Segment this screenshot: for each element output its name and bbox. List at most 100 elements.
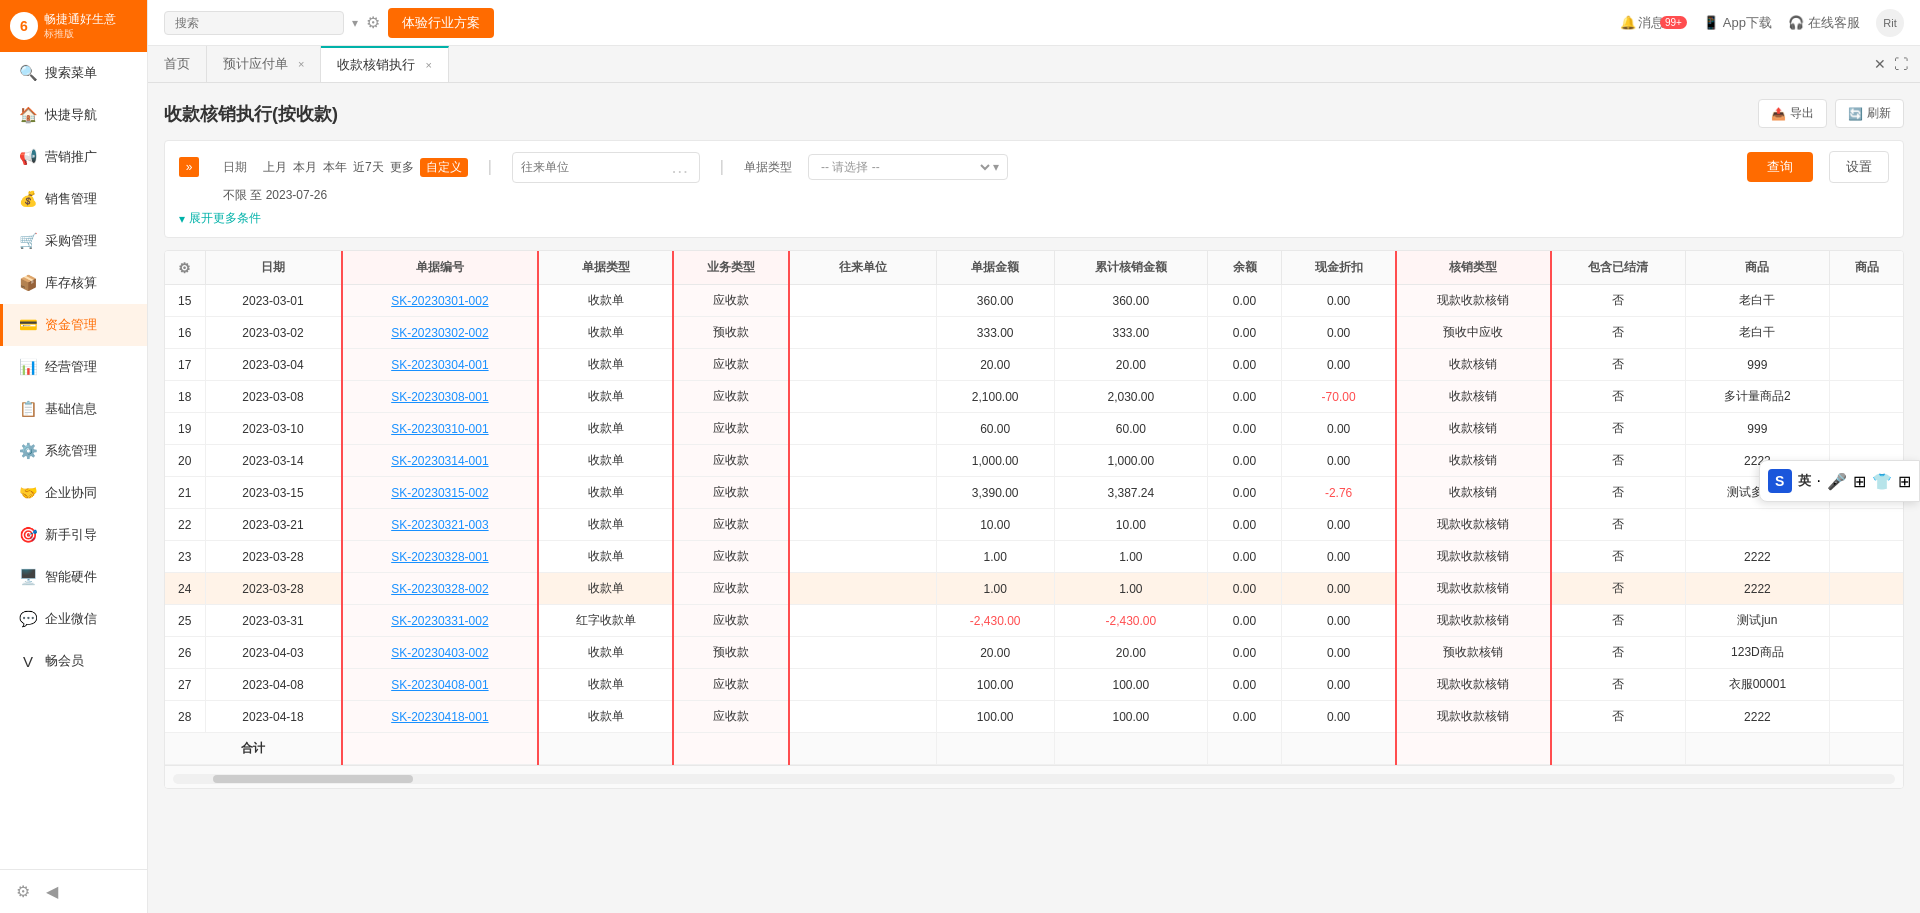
sidebar-item-coop[interactable]: 🤝企业协同 (0, 472, 147, 514)
date-last-month-button[interactable]: 上月 (263, 159, 287, 176)
bill-link[interactable]: SK-20230310-001 (391, 422, 488, 436)
bill-link[interactable]: SK-20230314-001 (391, 454, 488, 468)
table-setting-icon[interactable]: ⚙ (178, 260, 191, 276)
bill-link[interactable]: SK-20230304-001 (391, 358, 488, 372)
search-input[interactable] (164, 11, 344, 35)
bill-link[interactable]: SK-20230408-001 (391, 678, 488, 692)
counterpart-filter-wrap[interactable]: … (512, 152, 700, 183)
tab-prepay[interactable]: 预计应付单× (207, 46, 321, 82)
cell-bill-no: SK-20230408-001 (342, 669, 539, 701)
bill-link[interactable]: SK-20230321-003 (391, 518, 488, 532)
sidebar-item-wechat[interactable]: 💬企业微信 (0, 598, 147, 640)
counterpart-input[interactable] (521, 160, 671, 174)
collapse-icon[interactable]: ◀ (46, 882, 58, 901)
cell-bill-type: 收款单 (538, 701, 673, 733)
settings-bottom-icon[interactable]: ⚙ (16, 882, 30, 901)
data-table: ⚙ 日期 单据编号 单据类型 业务类型 往来单位 单据金额 累计核销金额 余额 … (165, 251, 1903, 765)
sidebar-item-ops[interactable]: 📊经营管理 (0, 346, 147, 388)
tab-home[interactable]: 首页 (148, 46, 207, 82)
float-dot-icon[interactable]: · (1817, 472, 1821, 490)
bill-link[interactable]: SK-20230308-001 (391, 390, 488, 404)
expand-window-button[interactable]: ⛶ (1894, 56, 1908, 72)
sidebar-item-base[interactable]: 📋基础信息 (0, 388, 147, 430)
bill-link[interactable]: SK-20230328-002 (391, 582, 488, 596)
setting-filter-button[interactable]: 设置 (1829, 151, 1889, 183)
solution-button[interactable]: 体验行业方案 (388, 8, 494, 38)
counterpart-value: ████████ (829, 390, 897, 404)
tab-close-receipt[interactable]: × (425, 59, 431, 71)
sidebar-item-nav[interactable]: 🏠快捷导航 (0, 94, 147, 136)
bill-link[interactable]: SK-20230301-002 (391, 294, 488, 308)
bill-type-filter-wrap[interactable]: -- 请选择 -- 收款单 红字收款单 ▾ (808, 154, 1008, 180)
sidebar-item-system[interactable]: ⚙️系统管理 (0, 430, 147, 472)
sidebar-item-member[interactable]: V畅会员 (0, 640, 147, 682)
cell-goods: 老白干 (1685, 317, 1829, 349)
th-include-settled: 包含已结清 (1551, 251, 1685, 285)
bill-link[interactable]: SK-20230403-002 (391, 646, 488, 660)
bill-type-filter-label: 单据类型 (744, 159, 792, 176)
tab-close-prepay[interactable]: × (298, 58, 304, 70)
float-expand-icon[interactable]: ⊞ (1898, 472, 1911, 491)
horizontal-scrollbar[interactable] (173, 774, 1895, 784)
refresh-button[interactable]: 🔄 刷新 (1835, 99, 1904, 128)
float-shirt-icon[interactable]: 👕 (1872, 472, 1892, 491)
date-this-month-button[interactable]: 本月 (293, 159, 317, 176)
cell-goods2 (1830, 605, 1903, 637)
th-verify-type: 核销类型 (1396, 251, 1551, 285)
date-this-year-button[interactable]: 本年 (323, 159, 347, 176)
user-avatar[interactable]: Rit (1876, 9, 1904, 37)
sidebar-item-guide[interactable]: 🎯新手引导 (0, 514, 147, 556)
cell-date: 2023-03-28 (205, 573, 342, 605)
cell-balance: 0.00 (1207, 413, 1281, 445)
float-grid-icon[interactable]: ⊞ (1853, 472, 1866, 491)
th-setting[interactable]: ⚙ (165, 251, 205, 285)
date-7days-button[interactable]: 近7天 (353, 159, 384, 176)
sidebar-item-marketing[interactable]: 📢营销推广 (0, 136, 147, 178)
query-button[interactable]: 查询 (1747, 152, 1813, 182)
bill-link[interactable]: SK-20230331-002 (391, 614, 488, 628)
notifications-area[interactable]: 🔔 消息 99+ (1620, 14, 1687, 32)
cell-no: 20 (165, 445, 205, 477)
bill-link[interactable]: SK-20230315-002 (391, 486, 488, 500)
cell-discount: -2.76 (1282, 477, 1396, 509)
date-custom-button[interactable]: 自定义 (420, 158, 468, 177)
nav-label-base: 基础信息 (45, 400, 97, 418)
sidebar-item-stock[interactable]: 📦库存核算 (0, 262, 147, 304)
close-all-tabs-button[interactable]: ✕ (1874, 56, 1886, 72)
float-panel: S 英 · 🎤 ⊞ 👕 ⊞ (1759, 460, 1920, 502)
bill-link[interactable]: SK-20230302-002 (391, 326, 488, 340)
sidebar-item-funds[interactable]: 💳资金管理 (0, 304, 147, 346)
nav-icon-ops: 📊 (19, 358, 37, 376)
export-button[interactable]: 📤 导出 (1758, 99, 1827, 128)
table-row: 25 2023-03-31 SK-20230331-002 红字收款单 应收款 … (165, 605, 1903, 637)
cell-verified: 100.00 (1054, 701, 1207, 733)
filter-expand-button[interactable]: » (179, 157, 199, 177)
sidebar-item-sales[interactable]: 💰销售管理 (0, 178, 147, 220)
cell-discount: 0.00 (1282, 669, 1396, 701)
cell-goods2 (1830, 349, 1903, 381)
nav-label-purchase: 采购管理 (45, 232, 97, 250)
bill-link[interactable]: SK-20230418-001 (391, 710, 488, 724)
cell-no: 19 (165, 413, 205, 445)
cell-counterpart: ████████ (789, 445, 936, 477)
bill-type-select[interactable]: -- 请选择 -- 收款单 红字收款单 (817, 159, 993, 175)
table-row: 19 2023-03-10 SK-20230310-001 收款单 应收款 ██… (165, 413, 1903, 445)
app-download-area[interactable]: 📱 App下载 (1703, 14, 1772, 32)
date-more-button[interactable]: 更多 (390, 159, 414, 176)
th-bill-no: 单据编号 (342, 251, 539, 285)
expand-more-conditions[interactable]: ▾ 展开更多条件 (179, 210, 1889, 227)
bill-link[interactable]: SK-20230328-001 (391, 550, 488, 564)
online-service-area[interactable]: 🎧 在线客服 (1788, 14, 1860, 32)
sidebar-nav: 🔍搜索菜单🏠快捷导航📢营销推广💰销售管理🛒采购管理📦库存核算💳资金管理📊经营管理… (0, 52, 147, 869)
tab-receipt[interactable]: 收款核销执行× (321, 46, 448, 82)
float-mic-icon[interactable]: 🎤 (1827, 472, 1847, 491)
sidebar-item-purchase[interactable]: 🛒采购管理 (0, 220, 147, 262)
sidebar-item-hardware[interactable]: 🖥️智能硬件 (0, 556, 147, 598)
nav-icon-wechat: 💬 (19, 610, 37, 628)
cell-verify-type: 收款核销 (1396, 445, 1551, 477)
cell-verify-type: 收款核销 (1396, 477, 1551, 509)
sidebar-item-search[interactable]: 🔍搜索菜单 (0, 52, 147, 94)
cell-date: 2023-03-02 (205, 317, 342, 349)
gear-icon[interactable]: ⚙ (366, 13, 380, 32)
scrollbar-thumb[interactable] (213, 775, 413, 783)
